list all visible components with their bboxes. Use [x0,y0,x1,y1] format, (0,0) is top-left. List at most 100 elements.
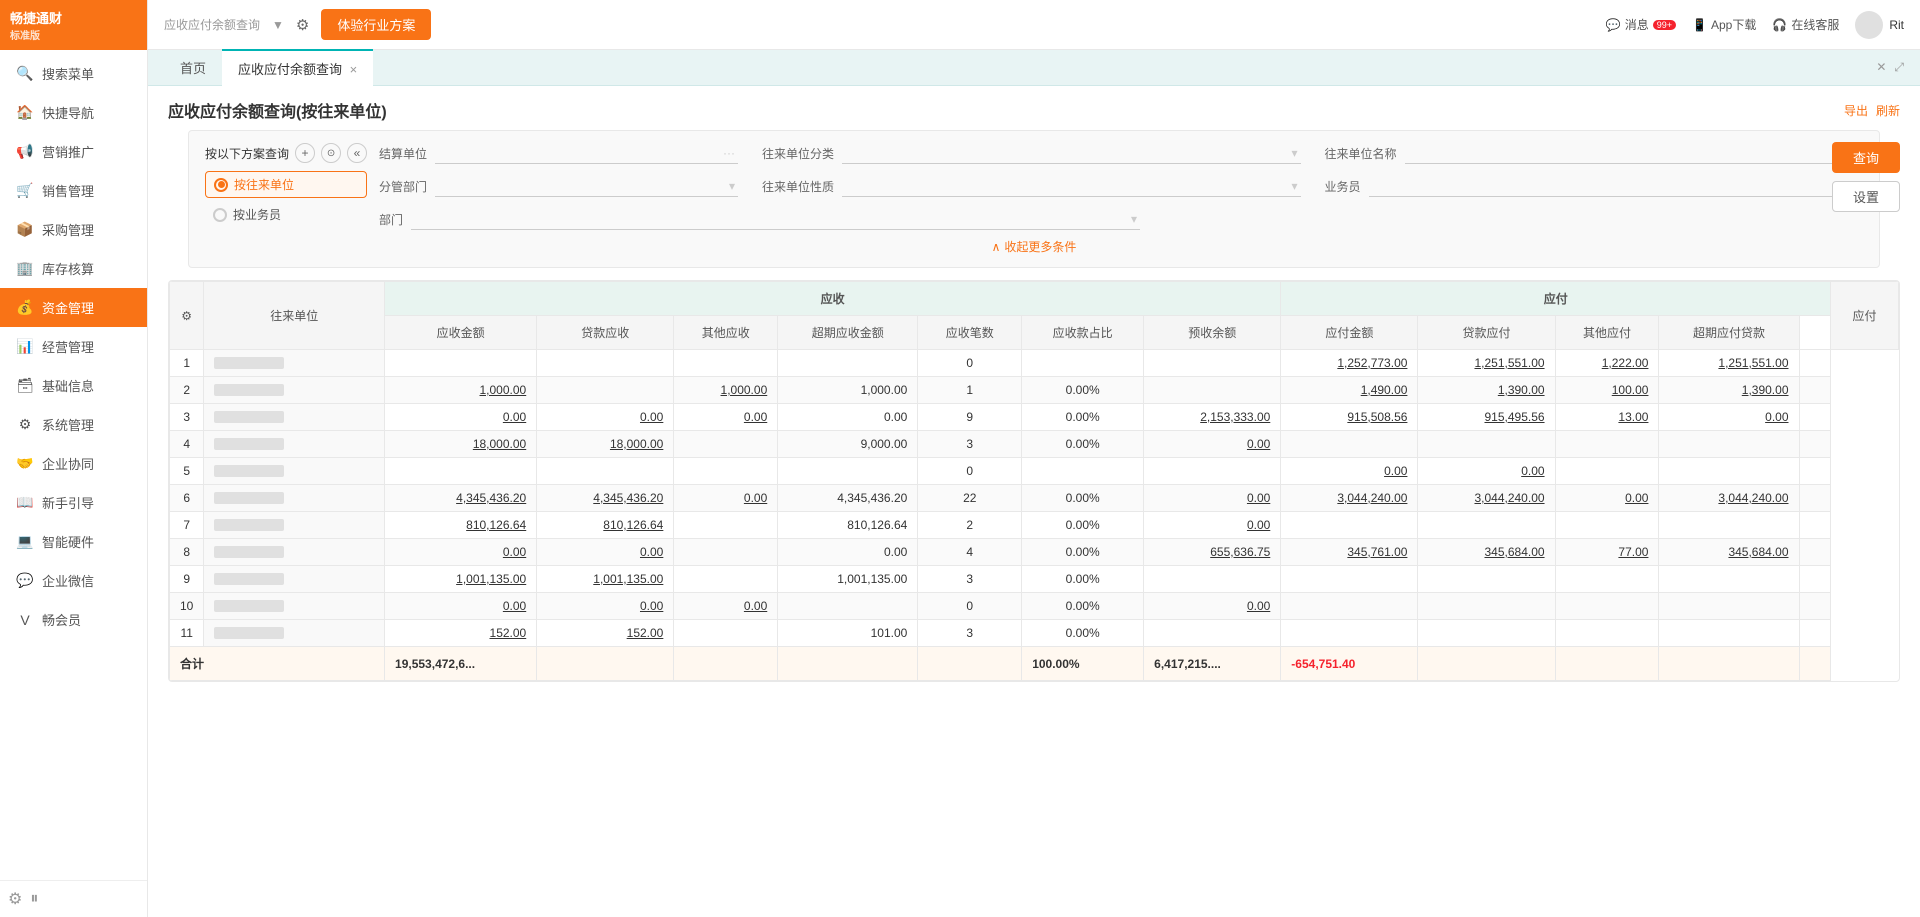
cell-ar-amount-1[interactable]: 1,000.00 [385,377,537,404]
view-by-unit[interactable]: 按往来单位 [205,171,367,198]
sidebar-item-marketing[interactable]: 📢 营销推广 [0,132,147,171]
cell-ar-other-10[interactable] [674,620,778,647]
sidebar-item-operations[interactable]: 📊 经营管理 [0,327,147,366]
dept-manager-field[interactable]: ▾ [435,176,738,197]
cell-ar-other-9[interactable]: 0.00 [674,593,778,620]
cell-ap-other-6[interactable] [1555,512,1659,539]
unit-nature-field[interactable]: ▾ [842,176,1300,197]
cell-ar-prepay-10[interactable] [1144,620,1281,647]
cell-ap-loan-4[interactable]: 0.00 [1418,458,1555,485]
sidebar-item-finance[interactable]: 💰 资金管理 [0,288,147,327]
filter-target-button[interactable]: ⊙ [321,143,341,163]
th-config[interactable]: ⚙ [170,282,204,350]
cell-ar-other-4[interactable] [674,458,778,485]
collapse-icon[interactable]: ⏸ [30,890,38,908]
cell-ar-amount-8[interactable]: 1,001,135.00 [385,566,537,593]
cell-ar-loan-5[interactable]: 4,345,436.20 [537,485,674,512]
cell-ar-loan-9[interactable]: 0.00 [537,593,674,620]
user-profile[interactable]: Rit [1855,11,1904,39]
cell-ar-amount-4[interactable] [385,458,537,485]
cell-ap-amount-5[interactable]: 3,044,240.00 [1281,485,1418,512]
cell-ap-amount-10[interactable] [1281,620,1418,647]
try-industry-button[interactable]: 体验行业方案 [321,9,431,40]
sidebar-item-system[interactable]: ⚙ 系统管理 [0,405,147,444]
cell-ar-other-6[interactable] [674,512,778,539]
cell-ap-amount-2[interactable]: 915,508.56 [1281,404,1418,431]
cell-ap-other-5[interactable]: 0.00 [1555,485,1659,512]
settings-icon[interactable]: ⚙ [8,889,22,909]
cell-ar-other-7[interactable] [674,539,778,566]
sidebar-item-guide[interactable]: 📖 新手引导 [0,483,147,522]
tab-home[interactable]: 首页 [164,50,222,85]
sidebar-item-wechat[interactable]: 💬 企业微信 [0,561,147,600]
cell-ar-amount-3[interactable]: 18,000.00 [385,431,537,458]
cell-ap-loan-5[interactable]: 3,044,240.00 [1418,485,1555,512]
filter-back-button[interactable]: « [347,143,367,163]
cell-ap-loan-6[interactable] [1418,512,1555,539]
department-field[interactable]: ▾ [411,209,1140,230]
cell-ar-prepay-2[interactable]: 2,153,333.00 [1144,404,1281,431]
app-download-button[interactable]: 📱 App下载 [1692,16,1756,33]
cell-ar-loan-2[interactable]: 0.00 [537,404,674,431]
cell-ap-loan-2[interactable]: 915,495.56 [1418,404,1555,431]
sidebar-item-purchase[interactable]: 📦 采购管理 [0,210,147,249]
cell-ar-other-1[interactable]: 1,000.00 [674,377,778,404]
refresh-button[interactable]: 刷新 [1876,102,1900,119]
online-service-button[interactable]: 🎧 在线客服 [1772,16,1839,33]
settings-gear-icon[interactable]: ⚙ [296,16,309,34]
cell-ap-other-0[interactable]: 1,222.00 [1555,350,1659,377]
sidebar-item-nav[interactable]: 🏠 快捷导航 [0,93,147,132]
cell-ar-loan-3[interactable]: 18,000.00 [537,431,674,458]
sidebar-item-inventory[interactable]: 🏢 库存核算 [0,249,147,288]
cell-ap-other-9[interactable] [1555,593,1659,620]
set-button[interactable]: 设置 [1832,181,1900,212]
cell-ar-other-5[interactable]: 0.00 [674,485,778,512]
cell-ar-loan-10[interactable]: 152.00 [537,620,674,647]
filter-add-button[interactable]: + [295,143,315,163]
cell-ar-amount-0[interactable] [385,350,537,377]
cell-ar-prepay-5[interactable]: 0.00 [1144,485,1281,512]
cell-ar-loan-0[interactable] [537,350,674,377]
cell-ar-loan-7[interactable]: 0.00 [537,539,674,566]
salesperson-field[interactable]: ··· [1369,176,1863,197]
cell-ar-prepay-0[interactable] [1144,350,1281,377]
cell-ap-other-8[interactable] [1555,566,1659,593]
cell-ar-amount-2[interactable]: 0.00 [385,404,537,431]
cell-ap-other-10[interactable] [1555,620,1659,647]
cell-ap-loan-9[interactable] [1418,593,1555,620]
cell-ar-prepay-7[interactable]: 655,636.75 [1144,539,1281,566]
cell-ar-prepay-6[interactable]: 0.00 [1144,512,1281,539]
cell-ar-other-2[interactable]: 0.00 [674,404,778,431]
query-button[interactable]: 查询 [1832,142,1900,173]
cell-ap-other-4[interactable] [1555,458,1659,485]
cell-ar-prepay-3[interactable]: 0.00 [1144,431,1281,458]
cell-ar-other-0[interactable] [674,350,778,377]
cell-ar-loan-8[interactable]: 1,001,135.00 [537,566,674,593]
cell-ap-amount-0[interactable]: 1,252,773.00 [1281,350,1418,377]
close-window-icon[interactable]: ✕ [1876,60,1886,75]
cell-ap-loan-3[interactable] [1418,431,1555,458]
cell-ar-prepay-8[interactable] [1144,566,1281,593]
sidebar-item-enterprise[interactable]: 🤝 企业协同 [0,444,147,483]
cell-ar-other-3[interactable] [674,431,778,458]
cell-ar-amount-9[interactable]: 0.00 [385,593,537,620]
cell-ar-amount-7[interactable]: 0.00 [385,539,537,566]
settlement-unit-field[interactable]: ··· [435,143,738,164]
cell-ar-prepay-1[interactable] [1144,377,1281,404]
cell-ar-other-8[interactable] [674,566,778,593]
messages-button[interactable]: 💬 消息 99+ [1606,16,1676,33]
sidebar-item-sales[interactable]: 🛒 销售管理 [0,171,147,210]
cell-ap-loan-8[interactable] [1418,566,1555,593]
cell-ap-loan-7[interactable]: 345,684.00 [1418,539,1555,566]
cell-ap-amount-6[interactable] [1281,512,1418,539]
cell-ap-other-7[interactable]: 77.00 [1555,539,1659,566]
tab-close-icon[interactable]: × [350,62,358,77]
unit-name-input[interactable] [1405,143,1863,164]
cell-ap-loan-1[interactable]: 1,390.00 [1418,377,1555,404]
unit-category-field[interactable]: ▾ [842,143,1300,164]
sidebar-item-search[interactable]: 🔍 搜索菜单 [0,54,147,93]
cell-ap-amount-8[interactable] [1281,566,1418,593]
cell-ar-amount-10[interactable]: 152.00 [385,620,537,647]
cell-ar-prepay-4[interactable] [1144,458,1281,485]
cell-ap-amount-3[interactable] [1281,431,1418,458]
